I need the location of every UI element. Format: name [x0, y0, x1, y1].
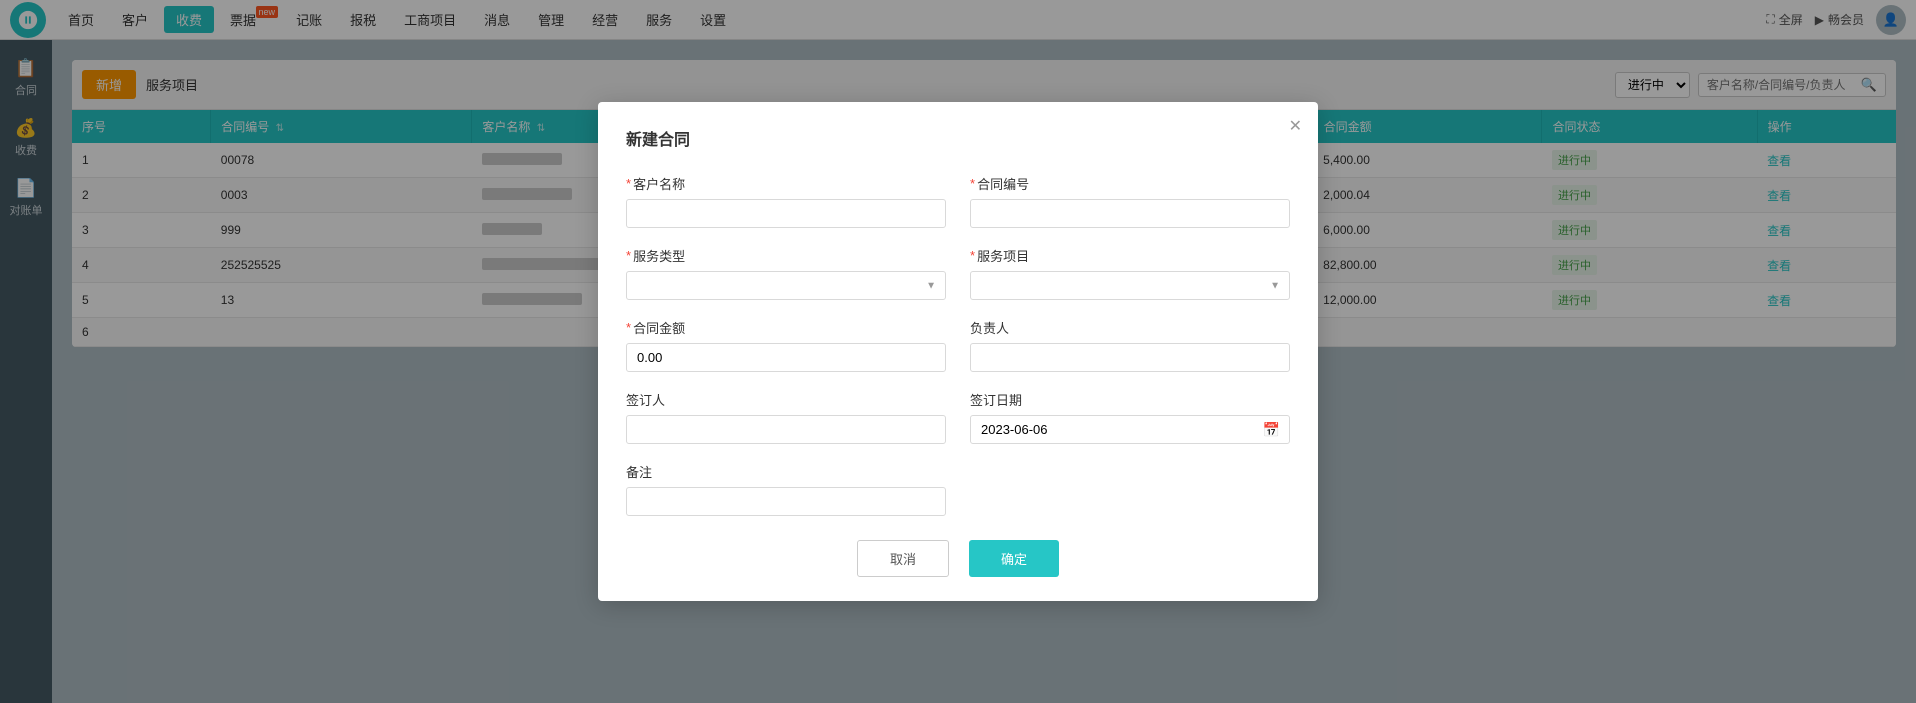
customer-name-group: * 客户名称: [626, 174, 946, 228]
responsible-label: 负责人: [970, 318, 1290, 337]
responsible-group: 负责人: [970, 318, 1290, 372]
remark-input[interactable]: [626, 487, 946, 516]
date-wrapper: 📅: [970, 415, 1290, 444]
amount-input[interactable]: [626, 343, 946, 372]
cancel-button[interactable]: 取消: [857, 540, 949, 577]
service-item-wrapper: [970, 271, 1290, 300]
service-item-group: * 服务项目: [970, 246, 1290, 300]
form-row-4: 签订人 签订日期 📅: [626, 390, 1290, 444]
modal-close-button[interactable]: ✕: [1289, 116, 1302, 136]
remark-group: 备注: [626, 462, 946, 516]
amount-group: * 合同金额: [626, 318, 946, 372]
customer-name-input[interactable]: [626, 199, 946, 228]
service-item-select[interactable]: [970, 271, 1290, 300]
form-row-3: * 合同金额 负责人: [626, 318, 1290, 372]
contract-no-group: * 合同编号: [970, 174, 1290, 228]
form-row-2: * 服务类型 * 服务项目: [626, 246, 1290, 300]
amount-label: * 合同金额: [626, 318, 946, 337]
signer-label: 签订人: [626, 390, 946, 409]
sign-date-group: 签订日期 📅: [970, 390, 1290, 444]
calendar-icon[interactable]: 📅: [1263, 421, 1280, 438]
form-row-1: * 客户名称 * 合同编号: [626, 174, 1290, 228]
confirm-button[interactable]: 确定: [969, 540, 1059, 577]
new-contract-modal: ✕ 新建合同 * 客户名称 * 合同编号: [598, 102, 1318, 601]
contract-no-label: * 合同编号: [970, 174, 1290, 193]
signer-input[interactable]: [626, 415, 946, 444]
modal-footer: 取消 确定: [626, 540, 1290, 577]
sign-date-input[interactable]: [970, 415, 1290, 444]
contract-no-input[interactable]: [970, 199, 1290, 228]
form-row-5: 备注: [626, 462, 1290, 516]
service-type-group: * 服务类型: [626, 246, 946, 300]
service-item-label: * 服务项目: [970, 246, 1290, 265]
modal-title: 新建合同: [626, 126, 1290, 150]
remark-label: 备注: [626, 462, 946, 481]
service-type-wrapper: [626, 271, 946, 300]
service-type-select[interactable]: [626, 271, 946, 300]
customer-name-label: * 客户名称: [626, 174, 946, 193]
modal-overlay: ✕ 新建合同 * 客户名称 * 合同编号: [0, 0, 1916, 703]
service-type-label: * 服务类型: [626, 246, 946, 265]
signer-group: 签订人: [626, 390, 946, 444]
responsible-input[interactable]: [970, 343, 1290, 372]
sign-date-label: 签订日期: [970, 390, 1290, 409]
